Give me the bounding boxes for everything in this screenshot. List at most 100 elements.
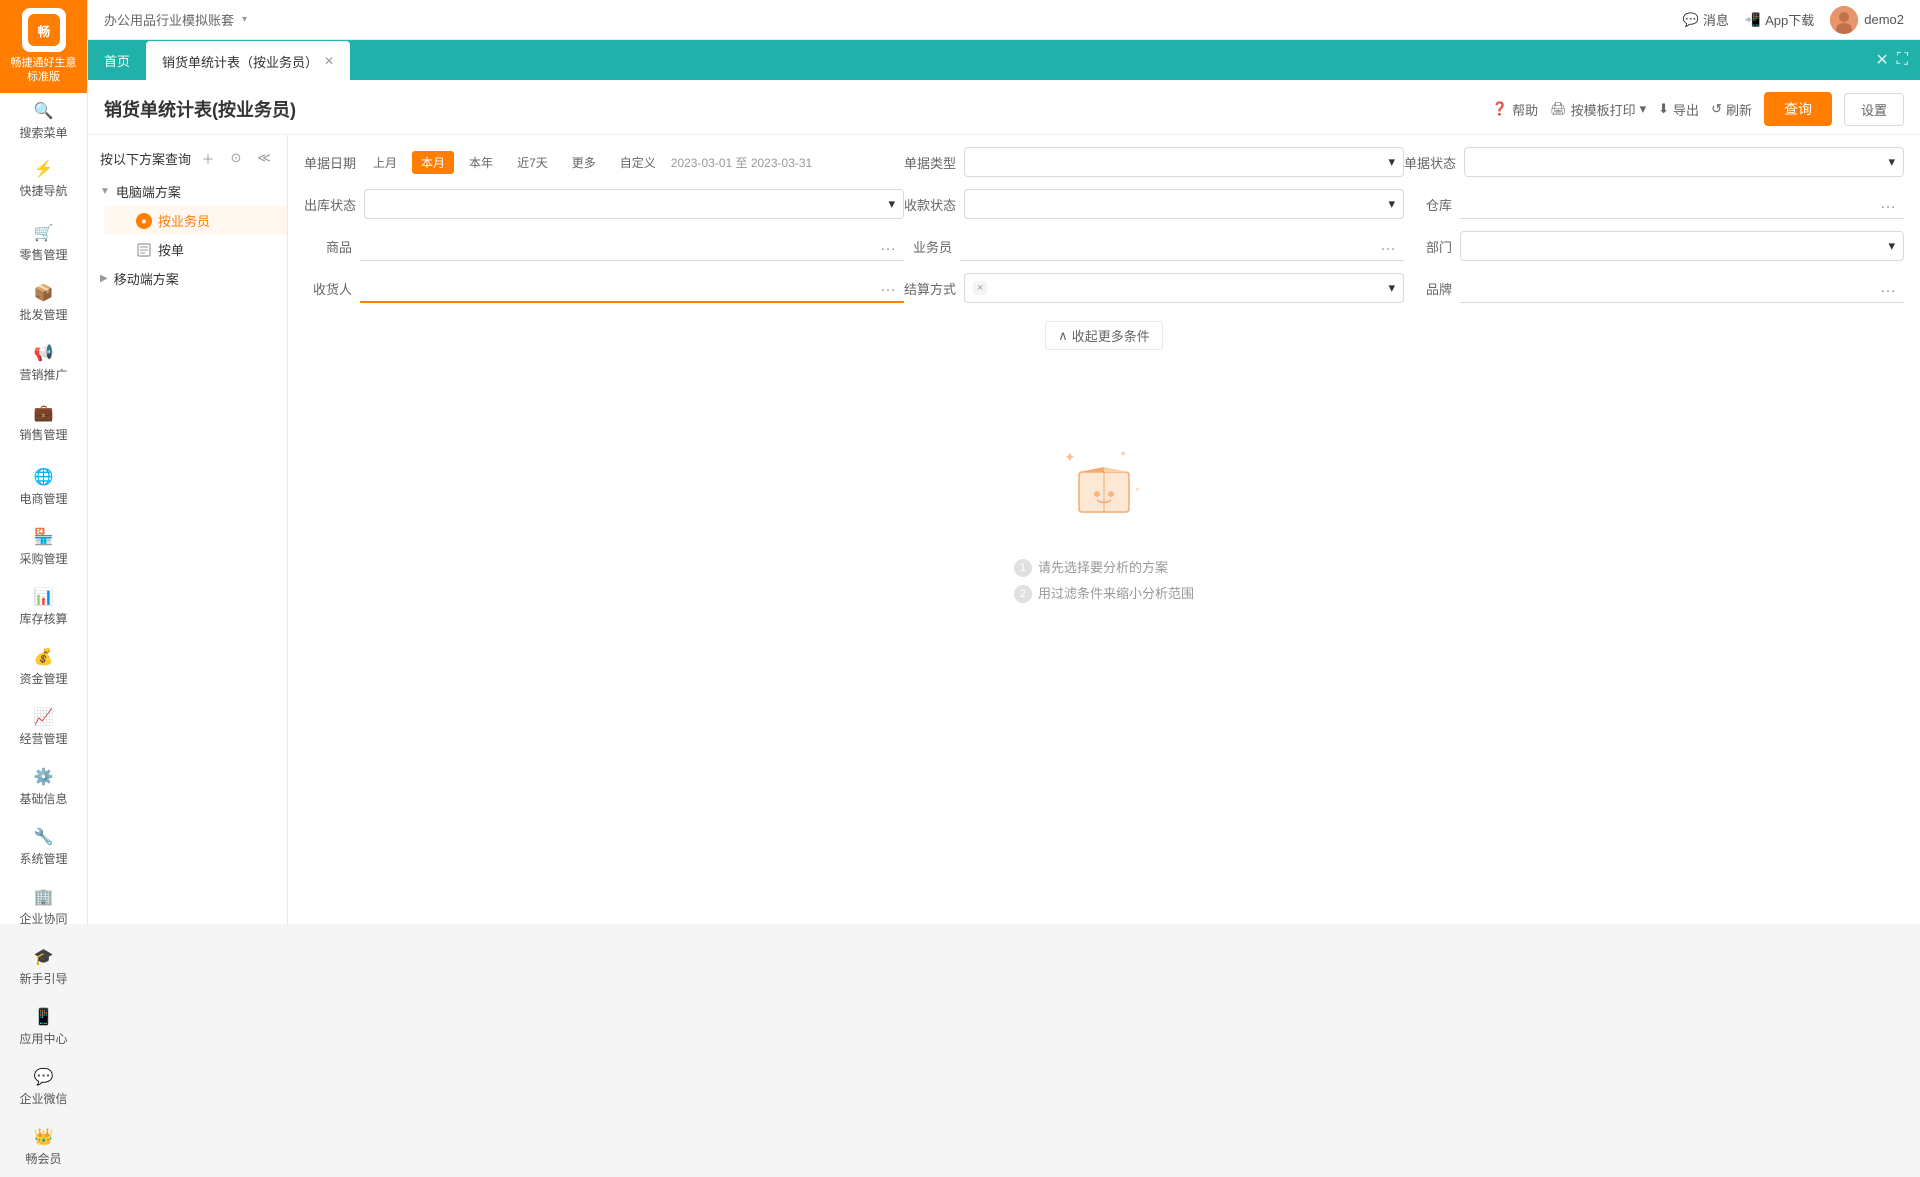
basic-label: 基础信息 <box>19 790 67 807</box>
breadcrumb: 办公用品行业模拟账套 <box>104 10 234 29</box>
tab-home[interactable]: 首页 <box>88 40 146 80</box>
settlement-select[interactable]: × ▾ <box>964 273 1404 303</box>
collapse-button[interactable]: ∧ 收起更多条件 <box>1045 321 1163 350</box>
consignee-label: 收货人 <box>304 279 360 298</box>
date-btn-last-month[interactable]: 上月 <box>364 151 406 174</box>
tab-bar-actions: ✕ ⛶ <box>1875 50 1920 70</box>
sidebar-item-enterprise[interactable]: 🏢 企业协同 <box>0 877 87 937</box>
department-select[interactable]: ▾ <box>1460 231 1904 261</box>
tree-pc-node[interactable]: ▼ 电脑端方案 <box>88 177 287 206</box>
sidebar-item-finance[interactable]: 💰 资金管理 <box>0 637 87 697</box>
sidebar-item-retail[interactable]: 🛒 零售管理 <box>0 213 87 273</box>
receive-status-arrow: ▾ <box>1388 196 1395 212</box>
date-control: 上月 本月 本年 近7天 更多 自定义 2023-03-01 至 2023-03… <box>364 151 904 174</box>
basic-icon: ⚙️ <box>34 767 54 787</box>
brand-dots[interactable]: … <box>1876 279 1900 297</box>
out-status-select[interactable]: ▾ <box>364 189 904 219</box>
sidebar-item-wholesale[interactable]: 📦 批发管理 <box>0 273 87 333</box>
sidebar-item-newbie[interactable]: 🎓 新手引导 <box>0 937 87 997</box>
split-layout: 按以下方案查询 ＋ ⊙ ≪ ▼ 电脑端方案 ● 按业务员 <box>88 135 1920 924</box>
sidebar-item-wecom[interactable]: 💬 企业微信 <box>0 1057 87 1117</box>
logo[interactable]: 畅 畅捷通好生意 标准版 <box>0 0 87 93</box>
filter-row-3: 商品 … 业务员 <box>304 231 1904 261</box>
doc-status-select[interactable]: ▾ <box>1464 147 1904 177</box>
consignee-dots[interactable]: … <box>876 278 900 296</box>
brand-input[interactable]: … <box>1460 273 1904 303</box>
sidebar-item-member[interactable]: 👑 畅会员 <box>0 1117 87 1177</box>
export-btn[interactable]: ⬇ 导出 <box>1658 100 1699 119</box>
warehouse-field: 仓库 … <box>1404 189 1904 219</box>
refresh-label: 刷新 <box>1726 100 1752 119</box>
newbie-icon: 🎓 <box>34 947 54 967</box>
svg-text:✦: ✦ <box>1134 485 1141 494</box>
tab-expand-action[interactable]: ⛶ <box>1897 51 1908 69</box>
warehouse-input[interactable]: … <box>1460 189 1904 219</box>
retail-label: 零售管理 <box>19 246 67 263</box>
purchase-icon: 🏪 <box>34 527 54 547</box>
template-print-btn[interactable]: 🖨 按模板打印 ▾ <box>1550 100 1646 119</box>
sidebar-quick-nav[interactable]: ⚡ 快捷导航 <box>0 149 87 209</box>
date-btn-custom[interactable]: 自定义 <box>611 151 665 174</box>
tree-sales-staff[interactable]: ● 按业务员 <box>104 206 287 235</box>
doc-status-control: ▾ <box>1464 147 1904 177</box>
main-area: 办公用品行业模拟账套 ▾ 💬 消息 📲 App下载 demo2 首页 <box>88 0 1920 924</box>
date-label: 单据日期 <box>304 153 364 172</box>
tree-by-order[interactable]: 按单 <box>104 235 287 264</box>
date-btn-this-month[interactable]: 本月 <box>412 151 454 174</box>
goods-dots[interactable]: … <box>876 237 900 255</box>
svg-text:✦: ✦ <box>1064 449 1076 465</box>
sidebar-item-operations[interactable]: 📈 经营管理 <box>0 697 87 757</box>
consignee-input[interactable]: … <box>360 273 904 303</box>
wecom-icon: 💬 <box>34 1067 54 1087</box>
logo-text: 畅捷通好生意 标准版 <box>11 56 77 85</box>
sidebar-item-inventory[interactable]: 📊 库存核算 <box>0 577 87 637</box>
date-btn-this-year[interactable]: 本年 <box>460 151 502 174</box>
header-actions: 💬 消息 📲 App下载 demo2 <box>1683 6 1904 34</box>
apps-label: 应用中心 <box>19 1030 67 1047</box>
help-btn[interactable]: ❓ 帮助 <box>1492 100 1538 119</box>
tab-sales-stat[interactable]: 销货单统计表（按业务员） ✕ <box>146 41 350 81</box>
collapse-panel-btn[interactable]: ≪ <box>253 147 275 169</box>
salesperson-input[interactable]: … <box>960 231 1404 261</box>
goods-input[interactable]: … <box>360 231 904 261</box>
salesperson-dots[interactable]: … <box>1376 237 1400 255</box>
tab-close-action[interactable]: ✕ <box>1875 50 1888 70</box>
edit-scheme-btn[interactable]: ⊙ <box>225 147 247 169</box>
tip-item-2: 2 用过滤条件来缩小分析范围 <box>1014 581 1194 607</box>
out-status-arrow: ▾ <box>888 196 895 212</box>
sidebar-item-marketing[interactable]: 📢 营销推广 <box>0 333 87 393</box>
settings-button[interactable]: 设置 <box>1844 93 1904 126</box>
empty-icon: ✦ ✦ ✦ <box>1044 422 1164 535</box>
sidebar-item-ecommerce[interactable]: 🌐 电商管理 <box>0 457 87 517</box>
ecommerce-label: 电商管理 <box>19 490 67 507</box>
goods-field: 商品 … <box>304 231 904 261</box>
sidebar-item-purchase[interactable]: 🏪 采购管理 <box>0 517 87 577</box>
user-area[interactable]: demo2 <box>1830 6 1904 34</box>
date-btn-last-7[interactable]: 近7天 <box>508 151 557 174</box>
salesperson-control: … <box>960 231 1404 261</box>
tip-text-1: 请先选择要分析的方案 <box>1038 555 1168 581</box>
tab-close-icon[interactable]: ✕ <box>324 54 334 68</box>
date-btn-more[interactable]: 更多 <box>563 151 605 174</box>
doc-type-select[interactable]: ▾ <box>964 147 1404 177</box>
add-scheme-btn[interactable]: ＋ <box>197 147 219 169</box>
settlement-tag-close[interactable]: × <box>977 282 983 294</box>
sidebar-search[interactable]: 🔍 搜索菜单 <box>0 93 87 149</box>
left-panel-header: 按以下方案查询 ＋ ⊙ ≪ <box>88 143 287 177</box>
doc-status-arrow: ▾ <box>1888 154 1895 170</box>
app-download-btn[interactable]: 📲 App下载 <box>1745 10 1814 29</box>
sidebar-item-apps[interactable]: 📱 应用中心 <box>0 997 87 1057</box>
sidebar-item-system[interactable]: 🔧 系统管理 <box>0 817 87 877</box>
query-button[interactable]: 查询 <box>1764 92 1832 126</box>
breadcrumb-dropdown[interactable]: ▾ <box>242 14 247 25</box>
finance-label: 资金管理 <box>19 670 67 687</box>
message-btn[interactable]: 💬 消息 <box>1683 10 1729 29</box>
sidebar-item-basic[interactable]: ⚙️ 基础信息 <box>0 757 87 817</box>
sidebar-item-sales[interactable]: 💼 销售管理 <box>0 393 87 453</box>
warehouse-dots[interactable]: … <box>1876 195 1900 213</box>
tree-mobile-node[interactable]: ▶ 移动端方案 <box>88 264 287 293</box>
refresh-btn[interactable]: ↺ 刷新 <box>1711 100 1752 119</box>
date-range: 2023-03-01 至 2023-03-31 <box>671 154 812 171</box>
sales-staff-label: 按业务员 <box>158 211 210 230</box>
receive-status-select[interactable]: ▾ <box>964 189 1404 219</box>
